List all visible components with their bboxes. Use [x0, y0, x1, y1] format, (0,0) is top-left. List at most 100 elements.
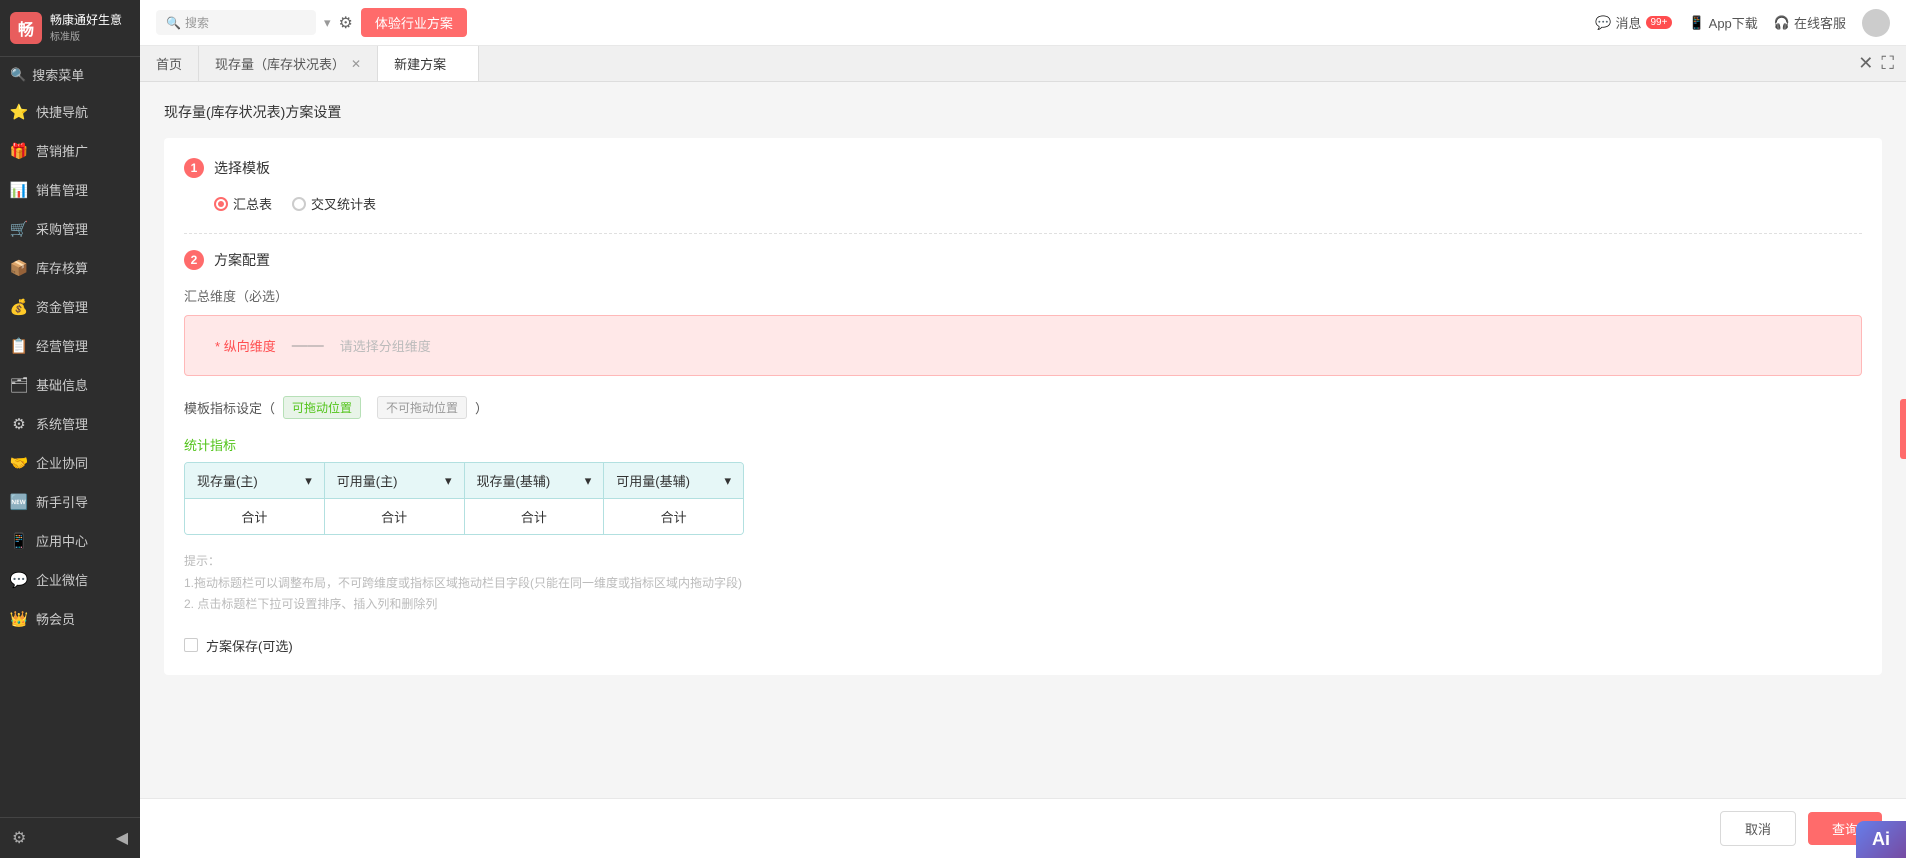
service-btn[interactable]: 🎧 在线客服	[1774, 13, 1846, 32]
basic-info-icon: 🗂	[10, 376, 28, 394]
sidebar-item-label: 营销推广	[36, 141, 88, 160]
collapse-icon[interactable]: ◀	[116, 828, 128, 848]
enterprise-icon: 🤝	[10, 454, 28, 472]
tab-expand[interactable]: ✕ ⛶	[1846, 53, 1906, 74]
main-area: 🔍 搜索 ▾ ⚙ 体验行业方案 💬 消息 99+ 📱 App下载 🎧 在线客服	[140, 0, 1906, 858]
stats-col-3-dropdown[interactable]: ▾	[585, 473, 592, 489]
sidebar-item-basic-info[interactable]: 🗂 基础信息	[0, 365, 140, 404]
sidebar-item-operations[interactable]: 📋 经营管理	[0, 326, 140, 365]
member-icon: 👑	[10, 610, 28, 628]
sidebar-item-app-center[interactable]: 📱 应用中心	[0, 521, 140, 560]
stats-col-1-dropdown[interactable]: ▾	[305, 473, 312, 489]
tab-inventory[interactable]: 现存量（库存状况表） ✕	[199, 46, 378, 81]
tab-inventory-close[interactable]: ✕	[351, 57, 361, 71]
sidebar-item-purchase[interactable]: 🛒 采购管理	[0, 209, 140, 248]
tips-box: 提示： 1.拖动标题栏可以调整布局，不可跨维度或指标区域拖动栏目字段(只能在同一…	[184, 551, 1862, 616]
sidebar-item-inventory[interactable]: 📦 库存核算	[0, 248, 140, 287]
stats-col-1[interactable]: 现存量(主) ▾	[185, 463, 325, 498]
close-window-icon[interactable]: ✕	[1858, 53, 1873, 74]
stats-col-2-dropdown[interactable]: ▾	[445, 473, 452, 489]
message-badge: 99+	[1646, 16, 1673, 29]
wechat-icon: 💬	[10, 571, 28, 589]
step1-badge: 1	[184, 158, 204, 178]
topbar-gear-icon[interactable]: ⚙	[339, 13, 353, 33]
topbar-dropdown-icon[interactable]: ▾	[324, 15, 331, 31]
cancel-button[interactable]: 取消	[1720, 811, 1796, 846]
stats-col-3-label: 现存量(基辅)	[477, 471, 551, 490]
divider1	[184, 233, 1862, 234]
purchase-icon: 🛒	[10, 220, 28, 238]
radio-summary-label: 汇总表	[233, 194, 272, 213]
dimension-placeholder[interactable]: 请选择分组维度	[340, 336, 431, 355]
sidebar-nav: ⭐ 快捷导航 🎁 营销推广 📊 销售管理 🛒 采购管理 📦 库存核算 💰 资金管…	[0, 92, 140, 817]
sidebar-item-label: 快捷导航	[36, 102, 88, 121]
app-download-label: App下载	[1709, 13, 1758, 32]
trial-btn[interactable]: 体验行业方案	[361, 8, 467, 37]
plan-settings-section: 1 选择模板 汇总表 交叉统计表 2 方案配置	[164, 138, 1882, 675]
dimension-name: 纵向维度	[224, 339, 276, 354]
stats-col-4-label: 可用量(基辅)	[616, 471, 690, 490]
non-draggable-tag: 不可拖动位置	[377, 396, 467, 419]
expand-icon[interactable]: ⛶	[1881, 53, 1894, 74]
sidebar-item-system[interactable]: ⚙ 系统管理	[0, 404, 140, 443]
template-radio-group: 汇总表 交叉统计表	[214, 194, 1862, 213]
tab-new-plan[interactable]: 新建方案 ✕	[378, 46, 479, 81]
system-icon: ⚙	[10, 415, 28, 433]
step2-label: 方案配置	[214, 250, 270, 270]
sidebar-item-enterprise[interactable]: 🤝 企业协同	[0, 443, 140, 482]
indicator-settings-label-row: 模板指标设定（ 可拖动位置 不可拖动位置 ）	[184, 396, 1862, 419]
radio-cross[interactable]: 交叉统计表	[292, 194, 376, 213]
sidebar-search[interactable]: 🔍 搜索菜单	[0, 57, 140, 92]
stats-cell-2: 合计	[325, 499, 465, 534]
message-btn[interactable]: 💬 消息 99+	[1595, 13, 1672, 32]
quick-nav-icon: ⭐	[10, 103, 28, 121]
sidebar-item-label: 企业微信	[36, 570, 88, 589]
step2-badge: 2	[184, 250, 204, 270]
sidebar-logo: 畅 畅康通好生意 标准版	[0, 0, 140, 57]
radio-summary[interactable]: 汇总表	[214, 194, 272, 213]
radio-cross-label: 交叉统计表	[311, 194, 376, 213]
sidebar-item-wechat[interactable]: 💬 企业微信	[0, 560, 140, 599]
save-label: 方案保存(可选)	[206, 636, 293, 655]
stats-section-label: 统计指标	[184, 435, 1862, 454]
topbar-search-icon: 🔍	[166, 16, 181, 30]
app-download-btn[interactable]: 📱 App下载	[1688, 13, 1757, 32]
tab-new-plan-close[interactable]: ✕	[452, 57, 462, 71]
dimension-section-label: 汇总维度（必选）	[184, 286, 1862, 305]
logo-char: 畅	[18, 16, 34, 40]
tab-home[interactable]: 首页	[140, 46, 199, 81]
app-edition: 标准版	[50, 28, 122, 43]
sidebar-item-guide[interactable]: 🆕 新手引导	[0, 482, 140, 521]
sidebar-search-label: 搜索菜单	[32, 65, 84, 84]
topbar-left: 🔍 搜索 ▾ ⚙ 体验行业方案	[156, 8, 1585, 37]
sidebar-item-finance[interactable]: 💰 资金管理	[0, 287, 140, 326]
stats-col-2[interactable]: 可用量(主) ▾	[325, 463, 465, 498]
sidebar-item-sales[interactable]: 📊 销售管理	[0, 170, 140, 209]
sales-icon: 📊	[10, 181, 28, 199]
service-label: 在线客服	[1794, 13, 1846, 32]
ai-badge[interactable]: Ai	[1856, 821, 1906, 858]
stats-col-4-dropdown[interactable]: ▾	[724, 473, 731, 489]
topbar-right: 💬 消息 99+ 📱 App下载 🎧 在线客服	[1595, 9, 1890, 37]
tip-item-2: 2. 点击标题栏下拉可设置排序、插入列和删除列	[184, 594, 1862, 616]
sidebar-item-quick-nav[interactable]: ⭐ 快捷导航	[0, 92, 140, 131]
settings-icon[interactable]: ⚙	[12, 828, 26, 848]
sidebar: 畅 畅康通好生意 标准版 🔍 搜索菜单 ⭐ 快捷导航 🎁 营销推广 📊 销售管理…	[0, 0, 140, 858]
sidebar-item-label: 企业协同	[36, 453, 88, 472]
save-checkbox[interactable]	[184, 638, 198, 652]
stats-cell-3: 合计	[465, 499, 605, 534]
user-avatar[interactable]	[1862, 9, 1890, 37]
stats-cell-1: 合计	[185, 499, 325, 534]
topbar-search-box[interactable]: 🔍 搜索	[156, 10, 316, 35]
step2-header: 2 方案配置	[184, 250, 1862, 270]
stats-col-3[interactable]: 现存量(基辅) ▾	[465, 463, 605, 498]
sidebar-item-label: 新手引导	[36, 492, 88, 511]
sidebar-item-label: 经营管理	[36, 336, 88, 355]
stats-table: 现存量(主) ▾ 可用量(主) ▾ 现存量(基辅) ▾ 可用量(基辅) ▾	[184, 462, 744, 535]
sidebar-item-marketing[interactable]: 🎁 营销推广	[0, 131, 140, 170]
sidebar-item-label: 资金管理	[36, 297, 88, 316]
topbar-search-text: 搜索	[185, 14, 209, 31]
sidebar-item-member[interactable]: 👑 畅会员	[0, 599, 140, 638]
indicator-settings-close: ）	[475, 398, 488, 417]
stats-col-4[interactable]: 可用量(基辅) ▾	[604, 463, 743, 498]
